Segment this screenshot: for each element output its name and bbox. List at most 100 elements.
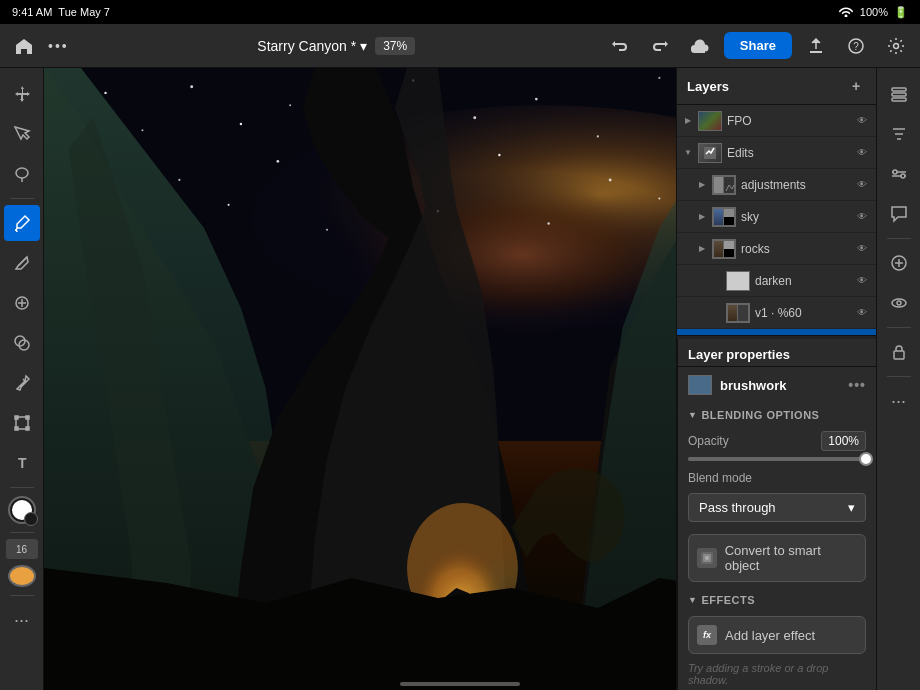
convert-smart-object-button[interactable]: Convert to smart object bbox=[688, 534, 866, 582]
layer-thumb-edits bbox=[698, 143, 722, 163]
smart-object-icon bbox=[697, 548, 717, 568]
layer-visibility-rocks[interactable]: 👁 bbox=[854, 241, 870, 257]
panel-layers-icon[interactable] bbox=[881, 76, 917, 112]
svg-rect-14 bbox=[15, 416, 18, 419]
properties-panel: Layer properties brushwork ••• ▼ BLENDIN… bbox=[677, 339, 876, 690]
file-name[interactable]: Starry Canyon * ▾ bbox=[257, 38, 367, 54]
layer-name-sky: sky bbox=[741, 210, 849, 224]
convert-btn-label: Convert to smart object bbox=[725, 543, 857, 573]
blend-mode-chevron: ▾ bbox=[848, 500, 855, 515]
layer-item-darken[interactable]: ▶ darken 👁 bbox=[677, 265, 876, 297]
panel-more-icon[interactable]: ··· bbox=[881, 383, 917, 419]
tool-clone[interactable] bbox=[4, 325, 40, 361]
layer-item-rocks[interactable]: ▶ rocks 👁 bbox=[677, 233, 876, 265]
blending-options-header[interactable]: ▼ BLENDING OPTIONS bbox=[678, 403, 876, 427]
opacity-row: Opacity 100% bbox=[678, 427, 876, 455]
right-panel: ··· bbox=[876, 68, 920, 690]
battery-icon: 🔋 bbox=[894, 6, 908, 19]
layer-item-v1[interactable]: ▶ v1 · %60 👁 bbox=[677, 297, 876, 329]
date-display: Tue May 7 bbox=[58, 6, 110, 18]
tool-eraser[interactable] bbox=[4, 245, 40, 281]
svg-point-73 bbox=[897, 301, 901, 305]
svg-rect-15 bbox=[26, 416, 29, 419]
layer-thumb-adjustments bbox=[712, 175, 736, 195]
layer-visibility-adjustments[interactable]: 👁 bbox=[854, 177, 870, 193]
layer-item-adjustments[interactable]: ▶ adjustments 👁 bbox=[677, 169, 876, 201]
layer-name-v1: v1 · %60 bbox=[755, 306, 849, 320]
tool-transform[interactable] bbox=[4, 405, 40, 441]
blending-label: BLENDING OPTIONS bbox=[701, 409, 819, 421]
layer-expand-sky[interactable]: ▶ bbox=[697, 212, 707, 222]
svg-text:?: ? bbox=[853, 41, 859, 52]
brush-size-badge[interactable]: 16 bbox=[6, 539, 38, 559]
layer-expand-edits[interactable]: ▼ bbox=[683, 148, 693, 158]
tool-selection[interactable] bbox=[4, 116, 40, 152]
export-button[interactable] bbox=[800, 30, 832, 62]
layer-expand-fpo[interactable]: ▶ bbox=[683, 116, 693, 126]
layer-item-edits[interactable]: ▼ Edits 👁 bbox=[677, 137, 876, 169]
layer-visibility-edits[interactable]: 👁 bbox=[854, 145, 870, 161]
status-bar: 9:41 AM Tue May 7 100% 🔋 bbox=[0, 0, 920, 24]
svg-point-5 bbox=[16, 168, 28, 178]
svg-point-4 bbox=[894, 43, 899, 48]
battery-display: 100% bbox=[860, 6, 888, 18]
blend-mode-dropdown-row: Pass through ▾ bbox=[678, 489, 876, 528]
effects-label: EFFECTS bbox=[701, 594, 755, 606]
home-indicator bbox=[400, 682, 520, 686]
layer-item-sky[interactable]: ▶ sky 👁 bbox=[677, 201, 876, 233]
opacity-slider[interactable] bbox=[688, 457, 866, 461]
zoom-level[interactable]: 37% bbox=[375, 37, 415, 55]
layer-visibility-v1[interactable]: 👁 bbox=[854, 305, 870, 321]
add-layer-effect-button[interactable]: fx Add layer effect bbox=[688, 616, 866, 654]
color-picker[interactable] bbox=[8, 496, 36, 524]
layer-name-darken: darken bbox=[755, 274, 849, 288]
layer-item-fpo[interactable]: ▶ FPO 👁 bbox=[677, 105, 876, 137]
redo-button[interactable] bbox=[644, 30, 676, 62]
opacity-slider-fill bbox=[688, 457, 866, 461]
three-dots-menu[interactable]: ••• bbox=[48, 38, 69, 54]
effects-section-header[interactable]: ▼ EFFECTS bbox=[678, 588, 876, 612]
layers-list: ▶ FPO 👁 ▼ Edits 👁 ▶ bbox=[677, 105, 876, 335]
blending-chevron: ▼ bbox=[688, 410, 697, 420]
tool-type[interactable]: T bbox=[4, 445, 40, 481]
tool-more[interactable]: ··· bbox=[4, 602, 40, 638]
settings-button[interactable] bbox=[880, 30, 912, 62]
layer-visibility-darken[interactable]: 👁 bbox=[854, 273, 870, 289]
layer-visibility-sky[interactable]: 👁 bbox=[854, 209, 870, 225]
layer-thumb-sky bbox=[712, 207, 736, 227]
panel-add-icon[interactable] bbox=[881, 245, 917, 281]
tool-move[interactable] bbox=[4, 76, 40, 112]
opacity-slider-thumb[interactable] bbox=[859, 452, 873, 466]
svg-point-59 bbox=[705, 556, 709, 560]
svg-rect-74 bbox=[894, 351, 904, 359]
svg-rect-61 bbox=[892, 93, 906, 96]
panel-filters-icon[interactable] bbox=[881, 116, 917, 152]
tool-lasso[interactable] bbox=[4, 156, 40, 192]
home-button[interactable] bbox=[8, 30, 40, 62]
tool-eyedropper[interactable] bbox=[4, 365, 40, 401]
layer-thumb-darken bbox=[726, 271, 750, 291]
panel-adjustments-icon[interactable] bbox=[881, 156, 917, 192]
add-layer-button[interactable]: + bbox=[846, 76, 866, 96]
panel-comments-icon[interactable] bbox=[881, 196, 917, 232]
foreground-color[interactable] bbox=[8, 565, 36, 587]
layer-visibility-fpo[interactable]: 👁 bbox=[854, 113, 870, 129]
blend-mode-select[interactable]: Pass through ▾ bbox=[688, 493, 866, 522]
help-button[interactable]: ? bbox=[840, 30, 872, 62]
layer-expand-adjustments[interactable]: ▶ bbox=[697, 180, 707, 190]
opacity-value[interactable]: 100% bbox=[821, 431, 866, 451]
cloud-button[interactable] bbox=[684, 30, 716, 62]
panel-lock-icon[interactable] bbox=[881, 334, 917, 370]
layer-expand-rocks[interactable]: ▶ bbox=[697, 244, 707, 254]
svg-point-63 bbox=[893, 170, 897, 174]
props-dots-menu[interactable]: ••• bbox=[848, 377, 866, 393]
tool-healing[interactable] bbox=[4, 285, 40, 321]
tool-brush[interactable] bbox=[4, 205, 40, 241]
svg-rect-1 bbox=[810, 51, 822, 53]
blend-mode-label: Blend mode bbox=[688, 471, 752, 485]
share-button[interactable]: Share bbox=[724, 32, 792, 59]
blend-mode-value: Pass through bbox=[699, 500, 776, 515]
blend-mode-row: Blend mode bbox=[678, 467, 876, 489]
undo-button[interactable] bbox=[604, 30, 636, 62]
panel-visibility-icon[interactable] bbox=[881, 285, 917, 321]
